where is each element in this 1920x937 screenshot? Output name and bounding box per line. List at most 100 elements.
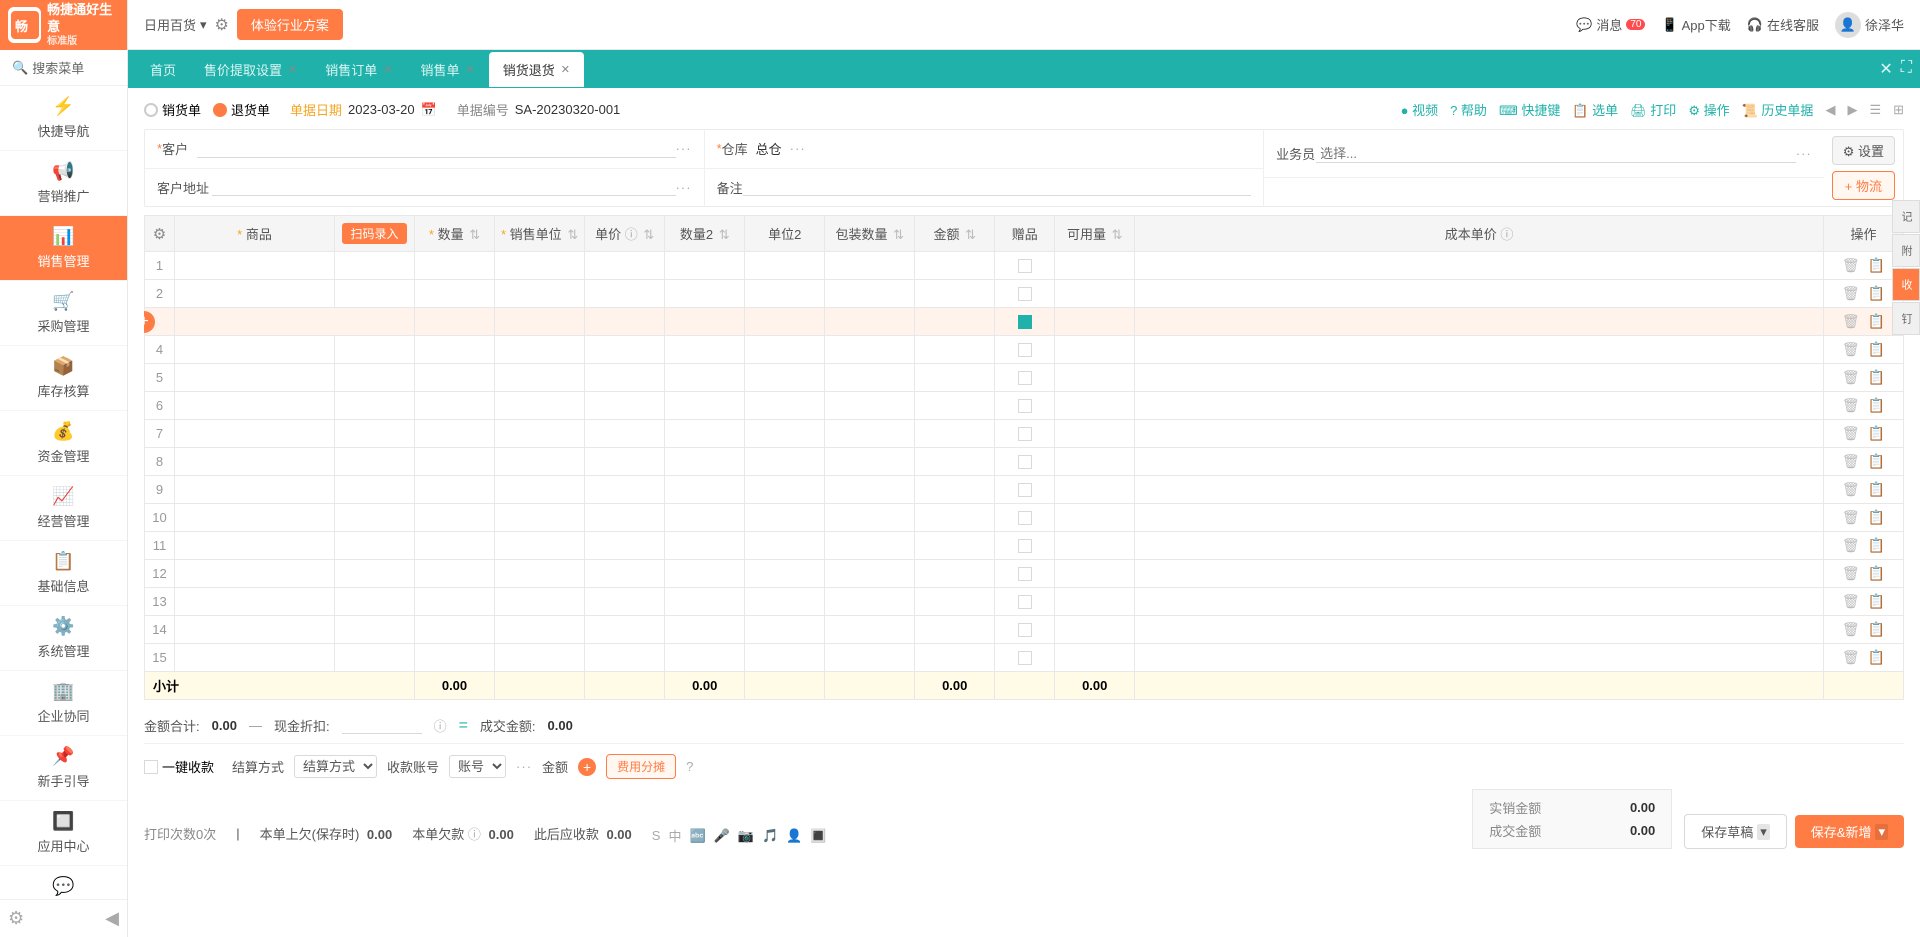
status-item-2-info[interactable]: ⓘ (468, 827, 481, 842)
qty2-sort-icon[interactable]: ⇅ (719, 227, 730, 243)
cost-cell-3[interactable] (1135, 308, 1824, 336)
address-lookup-icon[interactable]: ··· (676, 180, 692, 195)
qty2-cell-6[interactable] (665, 392, 745, 420)
qty-cell-2[interactable] (415, 280, 495, 308)
amount-cell-15[interactable] (915, 644, 995, 672)
rfloat-pin[interactable]: 钉 (1892, 302, 1920, 335)
qty2-cell-2[interactable] (665, 280, 745, 308)
app-download-btn[interactable]: 📱 App下载 (1661, 15, 1730, 34)
save-draft-btn[interactable]: 保存草稿 ▾ (1684, 814, 1787, 849)
qty-cell-5[interactable] (415, 364, 495, 392)
price-cell-8[interactable] (585, 448, 665, 476)
table-settings-icon[interactable]: ⚙ (153, 226, 166, 243)
cost-cell-7[interactable] (1135, 420, 1824, 448)
product-cell-3[interactable] (175, 308, 415, 336)
copy-row-2[interactable]: 📋 (1868, 285, 1885, 302)
unit2-cell-11[interactable] (745, 532, 825, 560)
qty-cell-13[interactable] (415, 588, 495, 616)
delete-row-9[interactable]: 🗑 (1842, 481, 1860, 498)
user-menu[interactable]: 👤 徐泽华 (1835, 12, 1904, 38)
delete-row-7[interactable]: 🗑 (1842, 425, 1860, 442)
cost-cell-5[interactable] (1135, 364, 1824, 392)
delete-row-6[interactable]: 🗑 (1842, 397, 1860, 414)
product-cell-4[interactable] (175, 336, 335, 364)
sidebar-item-wechat[interactable]: 💬 企业微信 (0, 866, 127, 899)
avail-sort-icon[interactable]: ⇅ (1112, 227, 1123, 243)
sales-unit-cell-4[interactable] (495, 336, 585, 364)
copy-row-4[interactable]: 📋 (1868, 341, 1885, 358)
qty2-cell-7[interactable] (665, 420, 745, 448)
copy-row-13[interactable]: 📋 (1868, 593, 1885, 610)
gift-cell-4[interactable] (995, 336, 1055, 364)
sales-unit-cell-14[interactable] (495, 616, 585, 644)
delete-row-1[interactable]: 🗑 (1842, 257, 1860, 274)
delete-row-13[interactable]: 🗑 (1842, 593, 1860, 610)
copy-row-10[interactable]: 📋 (1868, 509, 1885, 526)
settle-method-select[interactable]: 结算方式 (294, 755, 377, 778)
unit2-cell-1[interactable] (745, 252, 825, 280)
product-cell-11[interactable] (175, 532, 335, 560)
cost-cell-10[interactable] (1135, 504, 1824, 532)
avail-cell-9[interactable] (1055, 476, 1135, 504)
cost-cell-15[interactable] (1135, 644, 1824, 672)
delete-row-10[interactable]: 🗑 (1842, 509, 1860, 526)
gift-cell-6[interactable] (995, 392, 1055, 420)
sales-unit-cell-13[interactable] (495, 588, 585, 616)
gift-cell-10[interactable] (995, 504, 1055, 532)
pack-cell-2[interactable] (825, 280, 915, 308)
remark-input[interactable] (743, 178, 1252, 196)
product-input-3[interactable] (181, 314, 408, 329)
gift-cell-8[interactable] (995, 448, 1055, 476)
avail-cell-7[interactable] (1055, 420, 1135, 448)
sidebar-item-enterprise[interactable]: 🏢 企业协同 (0, 671, 127, 736)
gift-cell-7[interactable] (995, 420, 1055, 448)
product-cell-1[interactable] (175, 252, 335, 280)
avail-cell-3[interactable] (1055, 308, 1135, 336)
trial-btn[interactable]: 体验行业方案 (237, 9, 343, 40)
gift-cell-11[interactable] (995, 532, 1055, 560)
avail-cell-8[interactable] (1055, 448, 1135, 476)
history-btn[interactable]: 📜 历史单据 (1742, 100, 1814, 119)
product-cell-15[interactable] (175, 644, 335, 672)
fee-help-icon[interactable]: ? (686, 759, 693, 774)
avail-cell-14[interactable] (1055, 616, 1135, 644)
sales-unit-cell-6[interactable] (495, 392, 585, 420)
product-cell-9[interactable] (175, 476, 335, 504)
gift-cell-13[interactable] (995, 588, 1055, 616)
qty-cell-10[interactable] (415, 504, 495, 532)
sales-unit-cell-11[interactable] (495, 532, 585, 560)
qty-cell-3[interactable] (415, 308, 495, 336)
delete-row-5[interactable]: 🗑 (1842, 369, 1860, 386)
price-cell-7[interactable] (585, 420, 665, 448)
tab-sales-return[interactable]: 销货退货 ✕ (489, 52, 584, 87)
price-cell-14[interactable] (585, 616, 665, 644)
sales-unit-cell-15[interactable] (495, 644, 585, 672)
gift-checkbox-2[interactable] (1018, 287, 1032, 301)
salesperson-input[interactable] (1316, 145, 1796, 163)
gift-checkbox-11[interactable] (1018, 539, 1032, 553)
qty2-cell-12[interactable] (665, 560, 745, 588)
amount-cell-3[interactable] (915, 308, 995, 336)
account-lookup-icon[interactable]: ··· (516, 759, 532, 774)
gift-cell-3[interactable] (995, 308, 1055, 336)
customer-address-input[interactable] (212, 178, 676, 196)
amount-cell-14[interactable] (915, 616, 995, 644)
rfloat-collect[interactable]: 收 (1892, 268, 1920, 301)
price-cell-3[interactable] (585, 308, 665, 336)
qty-cell-6[interactable] (415, 392, 495, 420)
toolbar-icon-3[interactable]: 🔤 (689, 828, 705, 844)
qty-cell-11[interactable] (415, 532, 495, 560)
qty2-cell-10[interactable] (665, 504, 745, 532)
sidebar-item-newbie[interactable]: 📌 新手引导 (0, 736, 127, 801)
avail-cell-10[interactable] (1055, 504, 1135, 532)
delete-row-2[interactable]: 🗑 (1842, 285, 1860, 302)
cost-cell-1[interactable] (1135, 252, 1824, 280)
amount-cell-1[interactable] (915, 252, 995, 280)
prev-record-icon[interactable]: ◀ (1825, 102, 1835, 118)
price-sort-icon[interactable]: ⇅ (643, 227, 654, 243)
amount-cell-10[interactable] (915, 504, 995, 532)
cash-discount-input[interactable] (342, 718, 422, 734)
sales-unit-sort-icon[interactable]: ⇅ (567, 227, 578, 243)
qty-cell-9[interactable] (415, 476, 495, 504)
product-cell-6[interactable] (175, 392, 335, 420)
